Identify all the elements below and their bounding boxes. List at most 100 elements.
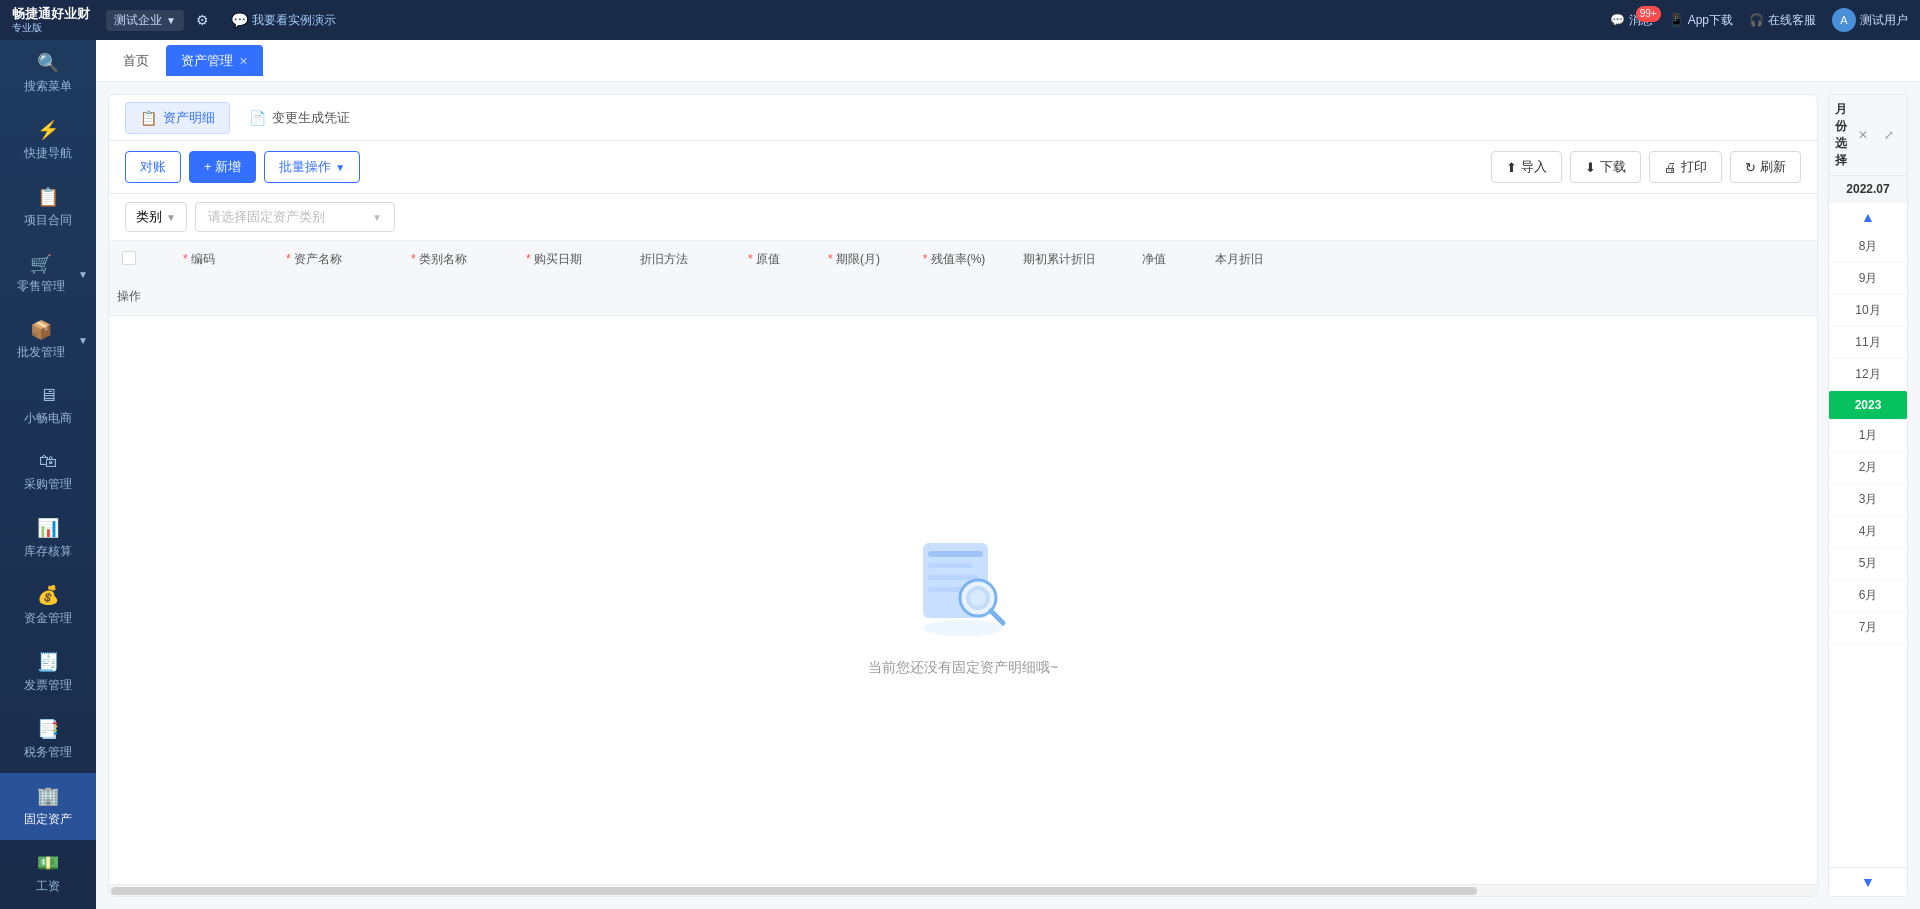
sidebar-item-label: 固定资产 xyxy=(24,811,72,828)
sub-tab-label: 资产明细 xyxy=(163,109,215,127)
month-nav-up[interactable]: ▲ xyxy=(1829,203,1907,231)
sub-tabs: 📋 资产明细 📄 变更生成凭证 xyxy=(109,95,1817,141)
category-filter-input[interactable]: 请选择固定资产类别 ▼ xyxy=(195,202,395,232)
tab-close-icon[interactable]: ✕ xyxy=(239,55,248,68)
company-selector[interactable]: 测试企业 ▼ xyxy=(106,10,184,31)
lightning-icon: ⚡ xyxy=(37,119,59,141)
month-panel-close-button[interactable]: ✕ xyxy=(1851,123,1875,147)
svg-point-0 xyxy=(923,620,1003,636)
import-label: 导入 xyxy=(1521,158,1547,176)
sidebar-item-retail[interactable]: 🛒 零售管理 ▼ xyxy=(0,241,96,307)
settings-button[interactable]: ⚙ xyxy=(192,8,213,32)
download-icon: ⬇ xyxy=(1585,160,1596,175)
month-item-11[interactable]: 11月 xyxy=(1829,327,1907,359)
header-checkbox[interactable] xyxy=(122,251,136,265)
horizontal-scrollbar[interactable] xyxy=(109,884,1817,896)
contract-icon: 📋 xyxy=(37,186,59,208)
import-button[interactable]: ⬆ 导入 xyxy=(1491,151,1562,183)
sidebar-item-fixed-assets[interactable]: 🏢 固定资产 xyxy=(0,773,96,840)
ecommerce-icon: 🖥 xyxy=(39,385,57,406)
svg-line-8 xyxy=(991,611,1003,623)
month-item-9[interactable]: 9月 xyxy=(1829,263,1907,295)
th-operation: 操作 xyxy=(109,278,149,315)
filter-row: 类别 ▼ 请选择固定资产类别 ▼ xyxy=(109,194,1817,241)
demo-link[interactable]: 💬 我要看实例演示 xyxy=(231,12,336,29)
th-category-name: 类别名称 xyxy=(379,241,499,278)
sidebar-item-ecommerce[interactable]: 🖥 小畅电商 xyxy=(0,373,96,439)
month-item-8[interactable]: 8月 xyxy=(1829,231,1907,263)
online-service-label: 在线客服 xyxy=(1768,12,1816,29)
message-icon: 💬 xyxy=(1610,13,1625,27)
year-2023-label[interactable]: 2023 xyxy=(1829,391,1907,420)
month-panel-expand-button[interactable]: ⤢ xyxy=(1877,123,1901,147)
top-bar: 畅捷通好业财 专业版 测试企业 ▼ ⚙ 💬 我要看实例演示 💬 消息 99+ 📱… xyxy=(0,0,1920,40)
sidebar-item-inventory[interactable]: 📊 库存核算 xyxy=(0,505,96,572)
sub-tab-asset-detail[interactable]: 📋 资产明细 xyxy=(125,102,230,134)
tab-asset-label: 资产管理 xyxy=(181,52,233,70)
user-menu[interactable]: A 测试用户 xyxy=(1832,8,1908,32)
sidebar-item-purchase[interactable]: 🛍 采购管理 xyxy=(0,439,96,505)
svg-rect-5 xyxy=(928,587,963,592)
sidebar-item-label: 资金管理 xyxy=(24,610,72,627)
tab-home-label: 首页 xyxy=(123,52,149,70)
category-type-selector[interactable]: 类别 ▼ xyxy=(125,202,187,232)
month-panel-title: 月份选择 xyxy=(1835,101,1851,169)
month-item-12[interactable]: 12月 xyxy=(1829,359,1907,391)
app-download-button[interactable]: 📱 App下载 xyxy=(1669,12,1733,29)
sidebar-item-wholesale[interactable]: 📦 批发管理 ▼ xyxy=(0,307,96,373)
sidebar-item-invoice[interactable]: 🧾 发票管理 xyxy=(0,639,96,706)
headset-icon: 🎧 xyxy=(1749,13,1764,27)
download-button[interactable]: ⬇ 下载 xyxy=(1570,151,1641,183)
scroll-up-button[interactable]: ▲ xyxy=(1858,207,1878,227)
current-year-display: 2022.07 xyxy=(1829,176,1907,203)
month-item-2023-7[interactable]: 7月 xyxy=(1829,612,1907,644)
month-item-2023-5[interactable]: 5月 xyxy=(1829,548,1907,580)
sidebar-item-search[interactable]: 🔍 搜索菜单 xyxy=(0,40,96,107)
print-button[interactable]: 🖨 打印 xyxy=(1649,151,1722,183)
sidebar-item-label: 工资 xyxy=(36,878,60,895)
scroll-down-button[interactable]: ▼ xyxy=(1858,872,1878,892)
sidebar-item-tax[interactable]: 📑 税务管理 xyxy=(0,706,96,773)
print-icon: 🖨 xyxy=(1664,160,1677,175)
batch-button[interactable]: 批量操作 ▼ xyxy=(264,151,360,183)
online-service-button[interactable]: 🎧 在线客服 xyxy=(1749,12,1816,29)
add-button[interactable]: + 新增 xyxy=(189,151,256,183)
refresh-label: 刷新 xyxy=(1760,158,1786,176)
month-panel-controls: ✕ ⤢ xyxy=(1851,123,1901,147)
month-item-2023-6[interactable]: 6月 xyxy=(1829,580,1907,612)
batch-arrow-icon: ▼ xyxy=(335,162,345,173)
page-content: 📋 资产明细 📄 变更生成凭证 对账 + 新增 xyxy=(96,82,1920,909)
scroll-thumb[interactable] xyxy=(111,887,1477,895)
sub-tab-change-voucher[interactable]: 📄 变更生成凭证 xyxy=(234,102,365,134)
sub-tab-label: 变更生成凭证 xyxy=(272,109,350,127)
month-selector-panel: 月份选择 ✕ ⤢ 2022.07 ▲ 8月 9月 10月 11月 12月 xyxy=(1828,94,1908,897)
th-checkbox xyxy=(109,241,149,278)
reconcile-button[interactable]: 对账 xyxy=(125,151,181,183)
th-purchase-date: 购买日期 xyxy=(499,241,609,278)
category-label: 类别 xyxy=(136,208,162,226)
app-subtitle: 专业版 xyxy=(12,22,90,34)
tab-bar: 首页 资产管理 ✕ xyxy=(96,40,1920,82)
month-item-10[interactable]: 10月 xyxy=(1829,295,1907,327)
tab-home[interactable]: 首页 xyxy=(108,45,164,76)
month-item-2023-4[interactable]: 4月 xyxy=(1829,516,1907,548)
tab-asset-management[interactable]: 资产管理 ✕ xyxy=(166,45,263,76)
table-header: 编码 资产名称 类别名称 购买日期 折旧方法 原值 xyxy=(109,241,1817,316)
month-item-2023-2[interactable]: 2月 xyxy=(1829,452,1907,484)
app-title: 畅捷通好业财 xyxy=(12,6,90,22)
sidebar-item-salary[interactable]: 💵 工资 xyxy=(0,840,96,907)
messages-button[interactable]: 💬 消息 99+ xyxy=(1610,12,1653,29)
month-item-2023-1[interactable]: 1月 xyxy=(1829,420,1907,452)
sidebar-item-finance[interactable]: 💰 资金管理 xyxy=(0,572,96,639)
retail-icon: 🛒 xyxy=(30,253,52,275)
refresh-button[interactable]: ↻ 刷新 xyxy=(1730,151,1801,183)
sidebar-item-label: 小畅电商 xyxy=(24,410,72,427)
th-original-value: 原值 xyxy=(719,241,809,278)
month-item-2023-3[interactable]: 3月 xyxy=(1829,484,1907,516)
sidebar-item-quick-nav[interactable]: ⚡ 快捷导航 xyxy=(0,107,96,174)
print-label: 打印 xyxy=(1681,158,1707,176)
change-voucher-tab-icon: 📄 xyxy=(249,110,266,126)
empty-state: 当前您还没有固定资产明细哦~ xyxy=(109,316,1817,884)
sidebar-item-project[interactable]: 📋 项目合同 xyxy=(0,174,96,241)
app-download-label: App下载 xyxy=(1688,12,1733,29)
